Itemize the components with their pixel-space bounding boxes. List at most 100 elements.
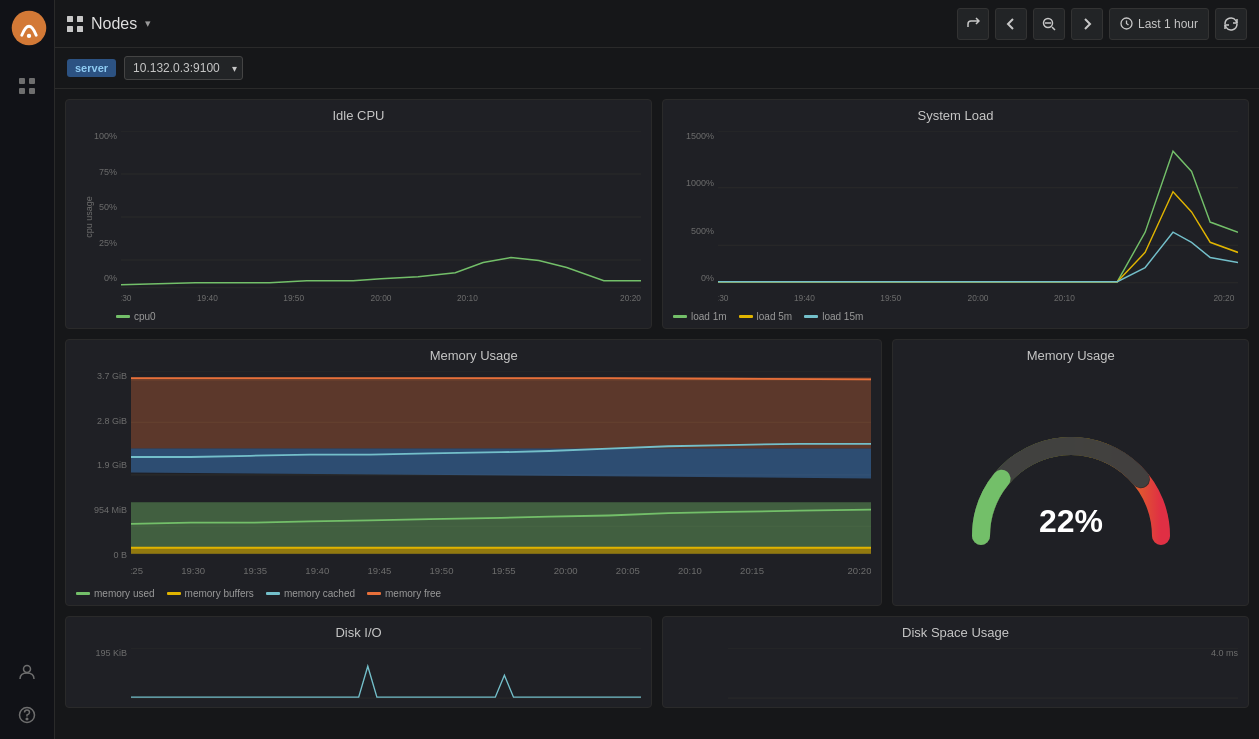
legend-dot-load1m — [673, 315, 687, 318]
svg-text:19:30: 19:30 — [181, 565, 205, 576]
svg-text:19:55: 19:55 — [492, 565, 516, 576]
svg-text:20:10: 20:10 — [457, 293, 478, 303]
filter-bar: server 10.132.0.3:9100 — [55, 48, 1259, 89]
memory-line-legend: memory used memory buffers memory cached… — [66, 584, 881, 605]
legend-dot-cpu0 — [116, 315, 130, 318]
server-select-wrap[interactable]: 10.132.0.3:9100 — [124, 56, 243, 80]
svg-rect-3 — [29, 78, 35, 84]
svg-text:20:20: 20:20 — [848, 565, 872, 576]
page-title-area: Nodes ▾ — [67, 15, 151, 33]
legend-label-load5m: load 5m — [757, 311, 793, 322]
svg-rect-12 — [77, 26, 83, 32]
zoom-out-button[interactable] — [1033, 8, 1065, 40]
system-load-y-axis: 1500% 1000% 500% 0% — [663, 127, 718, 283]
y-tick: 50% — [99, 202, 117, 212]
svg-point-8 — [26, 718, 28, 720]
gauge-container: 22% — [893, 367, 1248, 605]
y-tick: 0 B — [113, 550, 127, 560]
svg-text:19:30: 19:30 — [718, 293, 729, 303]
disk-space-chart-area: 4.0 ms — [663, 644, 1248, 707]
disk-space-svg — [728, 648, 1238, 703]
svg-text:19:40: 19:40 — [794, 293, 815, 303]
disk-io-y-axis: 195 KiB — [66, 648, 131, 658]
time-range-label: Last 1 hour — [1138, 17, 1198, 31]
memory-y-axis: 3.7 GiB 2.8 GiB 1.9 GiB 954 MiB 0 B — [66, 367, 131, 560]
svg-marker-44 — [131, 378, 871, 448]
dashboard-grid: Idle CPU 100% 75% 50% 25% 0% cpu usage — [55, 89, 1259, 739]
svg-text:19:30: 19:30 — [121, 293, 132, 303]
y-tick: 75% — [99, 167, 117, 177]
y-tick: 2.8 GiB — [97, 416, 127, 426]
svg-text:20:10: 20:10 — [1054, 293, 1075, 303]
y-tick: 195 KiB — [95, 648, 127, 658]
disk-io-chart-area: 195 KiB — [66, 644, 651, 707]
row-2: Memory Usage 3.7 GiB 2.8 GiB 1.9 GiB 954… — [65, 339, 1249, 606]
sidebar — [0, 0, 55, 739]
sidebar-icon-grid[interactable] — [13, 72, 41, 100]
svg-text:19:50: 19:50 — [283, 293, 304, 303]
gauge-svg: 22% — [961, 406, 1181, 566]
legend-memory-free: memory free — [367, 588, 441, 599]
svg-point-0 — [12, 11, 47, 46]
svg-rect-9 — [67, 16, 73, 22]
y-tick: 1.9 GiB — [97, 460, 127, 470]
svg-text:22%: 22% — [1039, 503, 1103, 539]
svg-text:20:20: 20:20 — [1213, 293, 1234, 303]
top-bar: Nodes ▾ — [55, 0, 1259, 48]
svg-text:20:00: 20:00 — [554, 565, 578, 576]
svg-text:20:05: 20:05 — [616, 565, 640, 576]
memory-gauge-title: Memory Usage — [1017, 340, 1125, 367]
y-tick: 0% — [701, 273, 714, 283]
svg-text:19:40: 19:40 — [305, 565, 329, 576]
prev-button[interactable] — [995, 8, 1027, 40]
svg-text:20:10: 20:10 — [678, 565, 702, 576]
panel-memory-line: Memory Usage 3.7 GiB 2.8 GiB 1.9 GiB 954… — [65, 339, 882, 606]
refresh-button[interactable] — [1215, 8, 1247, 40]
time-range-button[interactable]: Last 1 hour — [1109, 8, 1209, 40]
legend-memory-cached: memory cached — [266, 588, 355, 599]
top-bar-actions: Last 1 hour — [957, 8, 1247, 40]
svg-rect-4 — [19, 88, 25, 94]
y-tick: 1500% — [686, 131, 714, 141]
idle-cpu-svg: 19:30 19:40 19:50 20:00 20:10 20:20 — [121, 131, 641, 303]
idle-cpu-title: Idle CPU — [66, 100, 651, 127]
svg-text:20:20: 20:20 — [620, 293, 641, 303]
legend-label-cpu0: cpu0 — [134, 311, 156, 322]
app-logo[interactable] — [11, 10, 43, 42]
panel-disk-space: Disk Space Usage 4.0 ms — [662, 616, 1249, 708]
panel-memory-gauge: Memory Usage — [892, 339, 1249, 606]
share-button[interactable] — [957, 8, 989, 40]
sidebar-icon-user[interactable] — [13, 658, 41, 686]
legend-cpu0: cpu0 — [116, 311, 156, 322]
y-tick: 954 MiB — [94, 505, 127, 515]
server-select[interactable]: 10.132.0.3:9100 — [124, 56, 243, 80]
dropdown-arrow[interactable]: ▾ — [145, 17, 151, 30]
y-tick: 100% — [94, 131, 117, 141]
main-content: Nodes ▾ — [55, 0, 1259, 739]
memory-line-chart-area: 3.7 GiB 2.8 GiB 1.9 GiB 954 MiB 0 B — [66, 367, 881, 584]
legend-label-load15m: load 15m — [822, 311, 863, 322]
system-load-title: System Load — [663, 100, 1248, 127]
panel-system-load: System Load 1500% 1000% 500% 0% — [662, 99, 1249, 329]
svg-text:19:25: 19:25 — [131, 565, 143, 576]
y-tick: 0% — [104, 273, 117, 283]
legend-label-load1m: load 1m — [691, 311, 727, 322]
legend-memory-buffers: memory buffers — [167, 588, 254, 599]
panel-disk-io: Disk I/O 195 KiB — [65, 616, 652, 708]
panel-idle-cpu: Idle CPU 100% 75% 50% 25% 0% cpu usage — [65, 99, 652, 329]
idle-cpu-legend: cpu0 — [66, 307, 651, 328]
system-load-svg: 19:30 19:40 19:50 20:00 20:10 20:20 — [718, 131, 1238, 303]
legend-load15m: load 15m — [804, 311, 863, 322]
system-load-legend: load 1m load 5m load 15m — [663, 307, 1248, 328]
next-button[interactable] — [1071, 8, 1103, 40]
clock-icon — [1120, 17, 1133, 30]
svg-text:19:45: 19:45 — [367, 565, 391, 576]
svg-text:20:00: 20:00 — [371, 293, 392, 303]
legend-dot-memory-cached — [266, 592, 280, 595]
memory-line-svg: 19:25 19:30 19:35 19:40 19:45 19:50 19:5… — [131, 371, 871, 580]
legend-load1m: load 1m — [673, 311, 727, 322]
idle-cpu-chart-area: 100% 75% 50% 25% 0% cpu usage — [66, 127, 651, 307]
svg-text:19:35: 19:35 — [243, 565, 267, 576]
sidebar-icon-help[interactable] — [13, 701, 41, 729]
disk-space-y-top: 4.0 ms — [1211, 648, 1238, 658]
